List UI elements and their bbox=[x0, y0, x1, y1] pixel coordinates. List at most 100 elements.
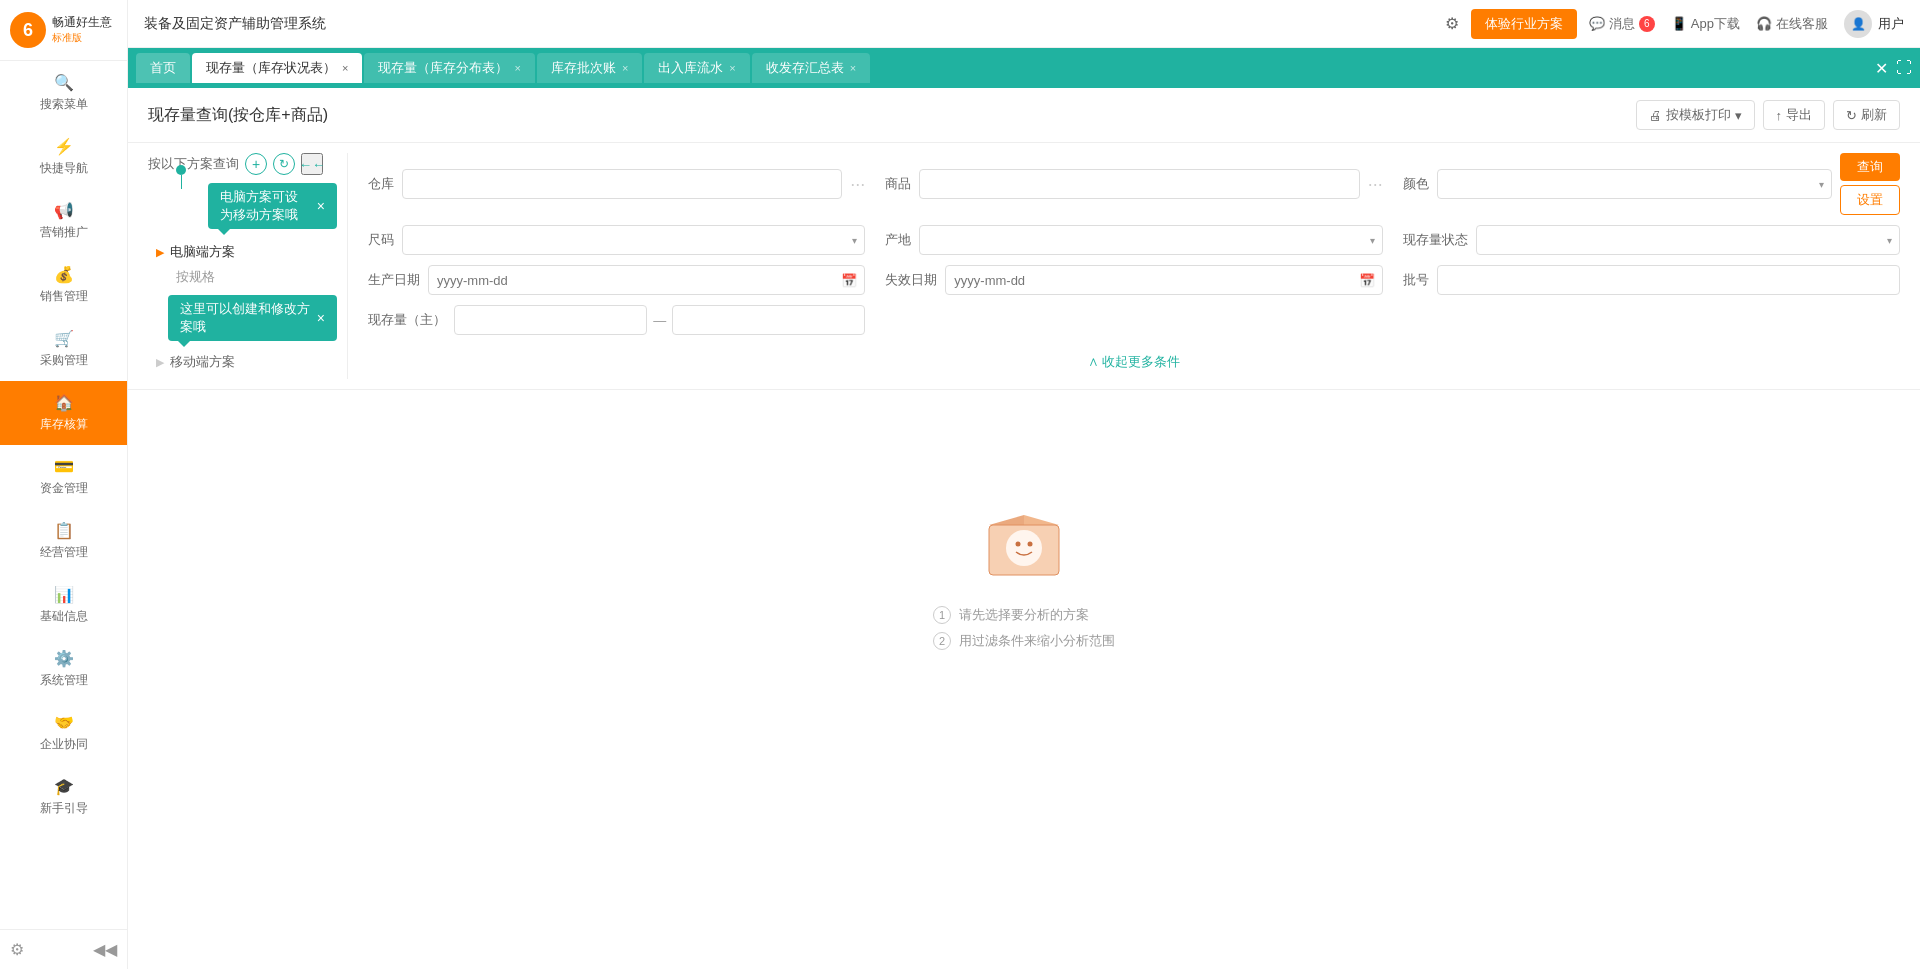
sidebar-item-finance[interactable]: 💳 资金管理 bbox=[0, 445, 127, 509]
export-button[interactable]: ↑ 导出 bbox=[1763, 100, 1826, 130]
page-header-actions: 🖨 按模板打印 ▾ ↑ 导出 ↻ 刷新 bbox=[1636, 100, 1901, 130]
topbar-gear-button[interactable]: ⚙ bbox=[1445, 14, 1459, 33]
color-select[interactable] bbox=[1437, 169, 1832, 199]
avatar: 👤 bbox=[1844, 10, 1872, 38]
inv-status-select[interactable] bbox=[1476, 225, 1900, 255]
sidebar-item-search[interactable]: 🔍 搜索菜单 bbox=[0, 61, 127, 125]
collapse-icon: ∧ bbox=[1088, 354, 1099, 369]
sidebar-item-operations[interactable]: 📋 经营管理 bbox=[0, 509, 127, 573]
collapse-label: 收起更多条件 bbox=[1102, 354, 1180, 369]
reset-button[interactable]: 设置 bbox=[1840, 185, 1900, 215]
origin-select[interactable] bbox=[919, 225, 1382, 255]
filter-row2: 尺码 ▾ 产地 bbox=[368, 225, 1900, 255]
basicinfo-icon: 📊 bbox=[54, 585, 74, 604]
topbar: 装备及固定资产辅助管理系统 ⚙ 体验行业方案 💬 消息 6 📱 App下载 🎧 … bbox=[128, 0, 1920, 48]
collapse-row[interactable]: ∧ 收起更多条件 bbox=[368, 345, 1900, 379]
close-tab-receivable-summary[interactable]: × bbox=[850, 62, 856, 74]
warehouse-input[interactable] bbox=[402, 169, 842, 199]
filter-warehouse: 仓库 ··· bbox=[368, 169, 865, 199]
filter-prod-date: 生产日期 📅 bbox=[368, 265, 865, 295]
settings-icon[interactable]: ⚙ bbox=[10, 940, 24, 959]
sidebar-item-collab-label: 企业协同 bbox=[40, 736, 88, 753]
sidebar-item-purchase[interactable]: 🛒 采购管理 bbox=[0, 317, 127, 381]
scheme-tooltip2-container: 这里可以创建和修改方案哦 × bbox=[168, 295, 337, 341]
refresh-scheme-button[interactable]: ↻ bbox=[273, 153, 295, 175]
scheme-pc-item[interactable]: ▶ 电脑端方案 bbox=[148, 239, 337, 265]
expiry-date-input[interactable] bbox=[945, 265, 1382, 295]
search-button[interactable]: 查询 bbox=[1840, 153, 1900, 181]
tab-batch-account-label: 库存批次账 bbox=[551, 59, 616, 77]
guide-icon: 🎓 bbox=[54, 777, 74, 796]
export-label: 导出 bbox=[1786, 106, 1812, 124]
add-scheme-button[interactable]: + bbox=[245, 153, 267, 175]
close-all-tabs-button[interactable]: ✕ bbox=[1875, 59, 1888, 78]
message-button[interactable]: 💬 消息 6 bbox=[1589, 15, 1655, 33]
marketing-icon: 📢 bbox=[54, 201, 74, 220]
tab-receivable-summary[interactable]: 收发存汇总表 × bbox=[752, 53, 870, 83]
close-tooltip2-button[interactable]: × bbox=[317, 310, 325, 326]
filter-prod-date-label: 生产日期 bbox=[368, 271, 420, 289]
tab-home[interactable]: 首页 bbox=[136, 53, 190, 83]
fullscreen-button[interactable]: ⛶ bbox=[1896, 59, 1912, 78]
tab-inout-flow-label: 出入库流水 bbox=[658, 59, 723, 77]
sidebar-item-guide[interactable]: 🎓 新手引导 bbox=[0, 765, 127, 829]
qty-max-input[interactable] bbox=[672, 305, 865, 335]
sub-scheme-label[interactable]: 按规格 bbox=[168, 265, 337, 289]
search-btn-group: 查询 设置 bbox=[1840, 153, 1900, 215]
sidebar-item-sales[interactable]: 💰 销售管理 bbox=[0, 253, 127, 317]
collapse-icon[interactable]: ◀◀ bbox=[93, 940, 117, 959]
scheme-mobile-label: 移动端方案 bbox=[170, 353, 235, 371]
close-tab-inout-flow[interactable]: × bbox=[729, 62, 735, 74]
empty-tip2: 2 用过滤条件来缩小分析范围 bbox=[933, 632, 1115, 650]
back-btn[interactable]: ←← bbox=[301, 153, 323, 175]
message-badge: 6 bbox=[1639, 16, 1655, 32]
tab-inventory-dist[interactable]: 现存量（库存分布表） × bbox=[364, 53, 534, 83]
close-tab-inventory-status[interactable]: × bbox=[342, 62, 348, 74]
sidebar-item-marketing[interactable]: 📢 营销推广 bbox=[0, 189, 127, 253]
tab-batch-account[interactable]: 库存批次账 × bbox=[537, 53, 642, 83]
sidebar-item-collab[interactable]: 🤝 企业协同 bbox=[0, 701, 127, 765]
sidebar-item-basicinfo-label: 基础信息 bbox=[40, 608, 88, 625]
sidebar-item-basicinfo[interactable]: 📊 基础信息 bbox=[0, 573, 127, 637]
sidebar-item-system-label: 系统管理 bbox=[40, 672, 88, 689]
tab-inout-flow[interactable]: 出入库流水 × bbox=[644, 53, 749, 83]
filter-expiry-date: 失效日期 📅 bbox=[885, 265, 1382, 295]
industry-plan-button[interactable]: 体验行业方案 bbox=[1471, 9, 1577, 39]
user-menu[interactable]: 👤 用户 bbox=[1844, 10, 1904, 38]
refresh-button[interactable]: ↻ 刷新 bbox=[1833, 100, 1900, 130]
sidebar-item-operations-label: 经营管理 bbox=[40, 544, 88, 561]
close-tab-inventory-dist[interactable]: × bbox=[514, 62, 520, 74]
product-dots[interactable]: ··· bbox=[1368, 174, 1383, 195]
prod-date-input[interactable] bbox=[428, 265, 865, 295]
tab-inventory-status[interactable]: 现存量（库存状况表） × bbox=[192, 53, 362, 83]
main-content: 装备及固定资产辅助管理系统 ⚙ 体验行业方案 💬 消息 6 📱 App下载 🎧 … bbox=[128, 0, 1920, 969]
template-print-button[interactable]: 🖨 按模板打印 ▾ bbox=[1636, 100, 1755, 130]
scheme-mobile-item[interactable]: ▶ 移动端方案 bbox=[148, 349, 337, 375]
sidebar-item-system[interactable]: ⚙️ 系统管理 bbox=[0, 637, 127, 701]
qty-range-inputs: — bbox=[454, 305, 865, 335]
online-service-button[interactable]: 🎧 在线客服 bbox=[1756, 15, 1828, 33]
sidebar-item-inventory[interactable]: 🏠 库存核算 bbox=[0, 381, 127, 445]
filter-expiry-date-label: 失效日期 bbox=[885, 271, 937, 289]
batch-input[interactable] bbox=[1437, 265, 1900, 295]
user-label: 用户 bbox=[1878, 15, 1904, 33]
sub-scheme-text: 按规格 bbox=[176, 269, 215, 284]
sidebar-item-sales-label: 销售管理 bbox=[40, 288, 88, 305]
sidebar-item-inventory-label: 库存核算 bbox=[40, 416, 88, 433]
warehouse-dots[interactable]: ··· bbox=[850, 174, 865, 195]
sidebar-item-purchase-label: 采购管理 bbox=[40, 352, 88, 369]
product-input[interactable] bbox=[919, 169, 1359, 199]
sidebar-item-quicknav[interactable]: ⚡ 快捷导航 bbox=[0, 125, 127, 189]
app-download-button[interactable]: 📱 App下载 bbox=[1671, 15, 1740, 33]
headset-icon: 🎧 bbox=[1756, 16, 1772, 31]
close-tab-batch-account[interactable]: × bbox=[622, 62, 628, 74]
filter-qty-range: 现存量（主） — bbox=[368, 305, 865, 335]
logo-area: 6 畅通好生意 标准版 bbox=[0, 0, 127, 61]
sales-icon: 💰 bbox=[54, 265, 74, 284]
tooltip1-arrow bbox=[218, 229, 230, 235]
tab-home-label: 首页 bbox=[150, 59, 176, 77]
filter-content: 仓库 ··· 商品 ··· bbox=[348, 153, 1900, 379]
size-select[interactable] bbox=[402, 225, 865, 255]
qty-min-input[interactable] bbox=[454, 305, 647, 335]
close-tooltip1-button[interactable]: × bbox=[317, 198, 325, 214]
